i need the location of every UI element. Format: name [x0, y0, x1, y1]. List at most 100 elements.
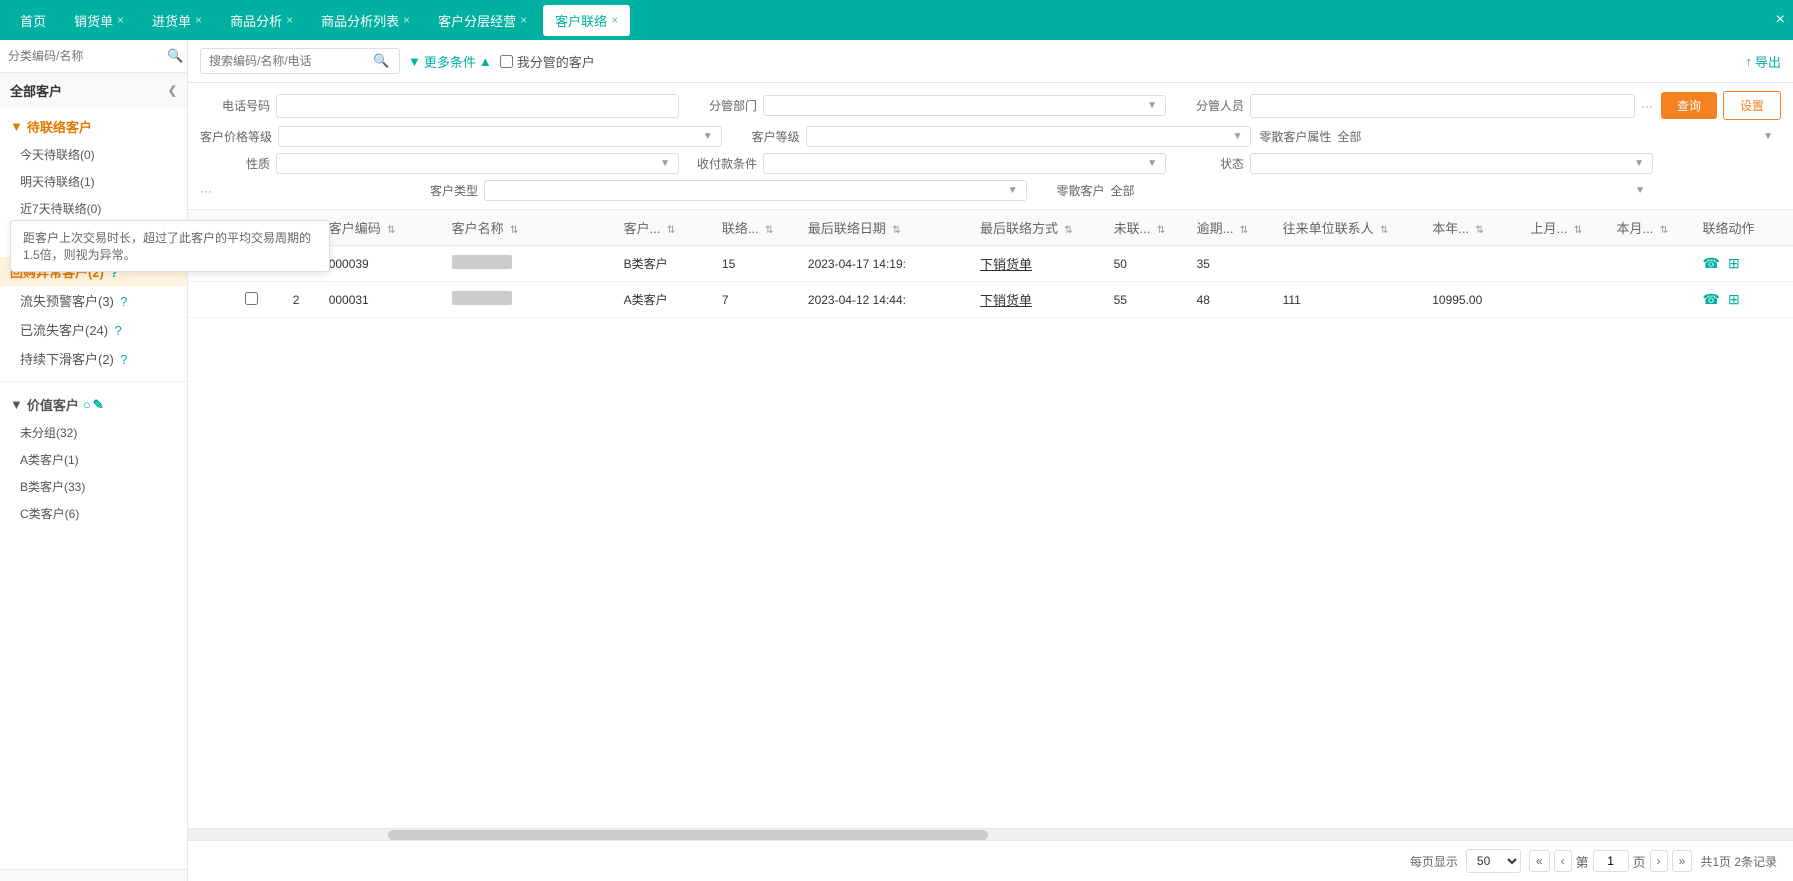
row2-check	[232, 282, 271, 318]
row2-checkbox[interactable]	[245, 292, 258, 305]
col-history-header[interactable]: 往来单位联系人 ⇅	[1275, 210, 1425, 246]
my-customers-check[interactable]: 我分管的客户	[500, 52, 595, 71]
row1-phone-icon[interactable]: ☎	[1703, 255, 1720, 272]
retail-attr-select[interactable]: ▼	[1367, 127, 1781, 146]
col-way-header[interactable]: 最后联络方式 ⇅	[972, 210, 1106, 246]
extra-dots[interactable]: ···	[200, 184, 212, 198]
row2-overdue: 48	[1189, 282, 1275, 318]
search-input[interactable]	[209, 54, 369, 68]
row2-grid-icon[interactable]: ⊞	[1728, 291, 1740, 308]
cust-type-select[interactable]: ▼	[484, 180, 1027, 201]
cust-type-arrow-icon: ▼	[1008, 185, 1018, 196]
prev-page-btn[interactable]: ‹	[1554, 850, 1572, 872]
col-way-sort-icon: ⇅	[1064, 225, 1072, 236]
nav-customer-contact[interactable]: 客户联络 ×	[543, 5, 630, 36]
phone-input[interactable]	[276, 94, 679, 118]
next-page-btn[interactable]: ›	[1650, 850, 1668, 872]
sidebar-search-icon[interactable]: 🔍	[167, 48, 183, 64]
sidebar-item-ungrouped[interactable]: 未分组(32)	[0, 419, 187, 446]
gender-select[interactable]: ▼	[276, 153, 679, 174]
filter-cell-cust-type: 客户类型 ▼	[408, 180, 1027, 201]
sidebar-search-input[interactable]	[8, 49, 163, 63]
sidebar-item-week[interactable]: 近7天待联络(0)	[0, 195, 187, 222]
row1-way-link[interactable]: 下销货单	[980, 257, 1032, 272]
sidebar-item-loss-warning[interactable]: 流失预警客户(3) ?	[0, 286, 187, 315]
col-lastmonth-header[interactable]: 上月... ⇅	[1523, 210, 1609, 246]
row2-way-link[interactable]: 下销货单	[980, 293, 1032, 308]
row1-thismonth	[1609, 246, 1695, 282]
table-body: 1 000039 B类客户 15 2023-04-17 14:19: 下销货单 …	[188, 246, 1793, 318]
nav-home[interactable]: 首页	[8, 5, 58, 36]
sidebar-all-customers-header[interactable]: 全部客户 ❮	[0, 73, 187, 108]
col-code-header[interactable]: 客户编码 ⇅	[321, 210, 444, 246]
search-icon[interactable]: 🔍	[373, 53, 389, 69]
price-level-select[interactable]: ▼	[278, 126, 722, 147]
filter-bar-top: 🔍 ▼ 更多条件 ▲ 我分管的客户 ↑ 导出	[188, 40, 1793, 83]
col-date-header[interactable]: 最后联络日期 ⇅	[800, 210, 972, 246]
nav-product-list[interactable]: 商品分析列表 ×	[309, 5, 422, 36]
filter-row-4: ··· 客户类型 ▼ 零散客户 全部 ▼	[200, 180, 1781, 201]
sidebar-body: 全部客户 ❮ ▼ 待联络客户 今天待联络(0) 明天待联络(1) 近7天待联络(…	[0, 73, 187, 869]
col-type-header[interactable]: 客户... ⇅	[616, 210, 714, 246]
filter-cell-person: 分管人员 ···	[1174, 94, 1653, 118]
per-page-select[interactable]: 50 100 200	[1466, 849, 1521, 873]
table-scrollbar[interactable]	[188, 828, 1793, 840]
person-dots[interactable]: ···	[1641, 99, 1653, 113]
sidebar-item-declining[interactable]: 持续下滑客户(2) ?	[0, 344, 187, 373]
nav-purchase-close[interactable]: ×	[195, 13, 202, 27]
value-edit-icon[interactable]: ✎	[93, 397, 104, 413]
row1-name-blur	[452, 255, 512, 269]
nav-product-analysis-close[interactable]: ×	[286, 13, 293, 27]
col-contact-header[interactable]: 联络... ⇅	[714, 210, 800, 246]
page-number-input[interactable]	[1593, 850, 1629, 872]
nav-customer-segment-close[interactable]: ×	[520, 13, 527, 27]
nav-product-analysis[interactable]: 商品分析 ×	[218, 5, 305, 36]
nav-product-list-close[interactable]: ×	[403, 13, 410, 27]
nav-customer-contact-close[interactable]: ×	[611, 13, 618, 27]
export-btn[interactable]: ↑ 导出	[1745, 52, 1781, 71]
my-customers-checkbox[interactable]	[500, 55, 513, 68]
sidebar-item-today[interactable]: 今天待联络(0)	[0, 141, 187, 168]
last-page-btn[interactable]: »	[1672, 850, 1693, 872]
nav-purchase[interactable]: 进货单 ×	[140, 5, 214, 36]
col-name-header[interactable]: 客户名称 ⇅	[444, 210, 616, 246]
filter-cell-retail-attr: 零散客户属性 全部 ▼	[1259, 127, 1781, 146]
status-arrow-icon: ▼	[1634, 158, 1644, 169]
col-uncontact-header[interactable]: 未联... ⇅	[1106, 210, 1189, 246]
table-row: 2 000031 A类客户 7 2023-04-12 14:44: 下销货单 5…	[188, 282, 1793, 318]
row1-grid-icon[interactable]: ⊞	[1728, 255, 1740, 272]
more-conditions-btn[interactable]: ▼ 更多条件 ▲	[408, 52, 492, 71]
top-nav: 首页 销货单 × 进货单 × 商品分析 × 商品分析列表 × 客户分层经营 × …	[0, 0, 1793, 40]
status-select[interactable]: ▼	[1250, 153, 1653, 174]
sidebar-item-a-class[interactable]: A类客户(1)	[0, 446, 187, 473]
filter-row-3: 性质 ▼ 收付款条件 ▼ 状态	[200, 153, 1781, 174]
filter-row-2: 客户价格等级 ▼ 客户等级 ▼ 零散客户属性 全部	[200, 126, 1781, 147]
nav-sales[interactable]: 销货单 ×	[62, 5, 136, 36]
sidebar-pending-header[interactable]: ▼ 待联络客户	[0, 112, 187, 141]
sidebar-item-lost[interactable]: 已流失客户(24) ?	[0, 315, 187, 344]
query-btn[interactable]: 查询	[1661, 92, 1717, 119]
col-lastmonth-sort-icon: ⇅	[1574, 225, 1582, 236]
person-input[interactable]	[1250, 94, 1635, 118]
close-all-btn[interactable]: ×	[1776, 11, 1785, 29]
col-name-sort-icon: ⇅	[510, 225, 518, 236]
first-page-btn[interactable]: «	[1529, 850, 1550, 872]
row1-overdue: 35	[1189, 246, 1275, 282]
sidebar-item-c-class[interactable]: C类客户(6)	[0, 500, 187, 527]
sidebar-item-b-class[interactable]: B类客户(33)	[0, 473, 187, 500]
sidebar-value-header[interactable]: ▼ 价值客户 ○ ✎	[0, 390, 187, 419]
retail-cust-select[interactable]: ▼	[1141, 181, 1653, 200]
row1-action-icons: ☎ ⊞	[1703, 255, 1785, 272]
dept-arrow-icon: ▼	[1147, 100, 1157, 111]
dept-select[interactable]: ▼	[763, 95, 1166, 116]
setting-btn[interactable]: 设置	[1723, 91, 1781, 120]
payment-select[interactable]: ▼	[763, 153, 1166, 174]
row2-phone-icon[interactable]: ☎	[1703, 291, 1720, 308]
level-select[interactable]: ▼	[806, 126, 1252, 147]
nav-sales-close[interactable]: ×	[117, 13, 124, 27]
nav-customer-segment[interactable]: 客户分层经营 ×	[426, 5, 539, 36]
col-thismonth-header[interactable]: 本月... ⇅	[1609, 210, 1695, 246]
sidebar-item-tomorrow[interactable]: 明天待联络(1)	[0, 168, 187, 195]
col-overdue-header[interactable]: 逾期... ⇅	[1189, 210, 1275, 246]
col-thisyear-header[interactable]: 本年... ⇅	[1424, 210, 1522, 246]
